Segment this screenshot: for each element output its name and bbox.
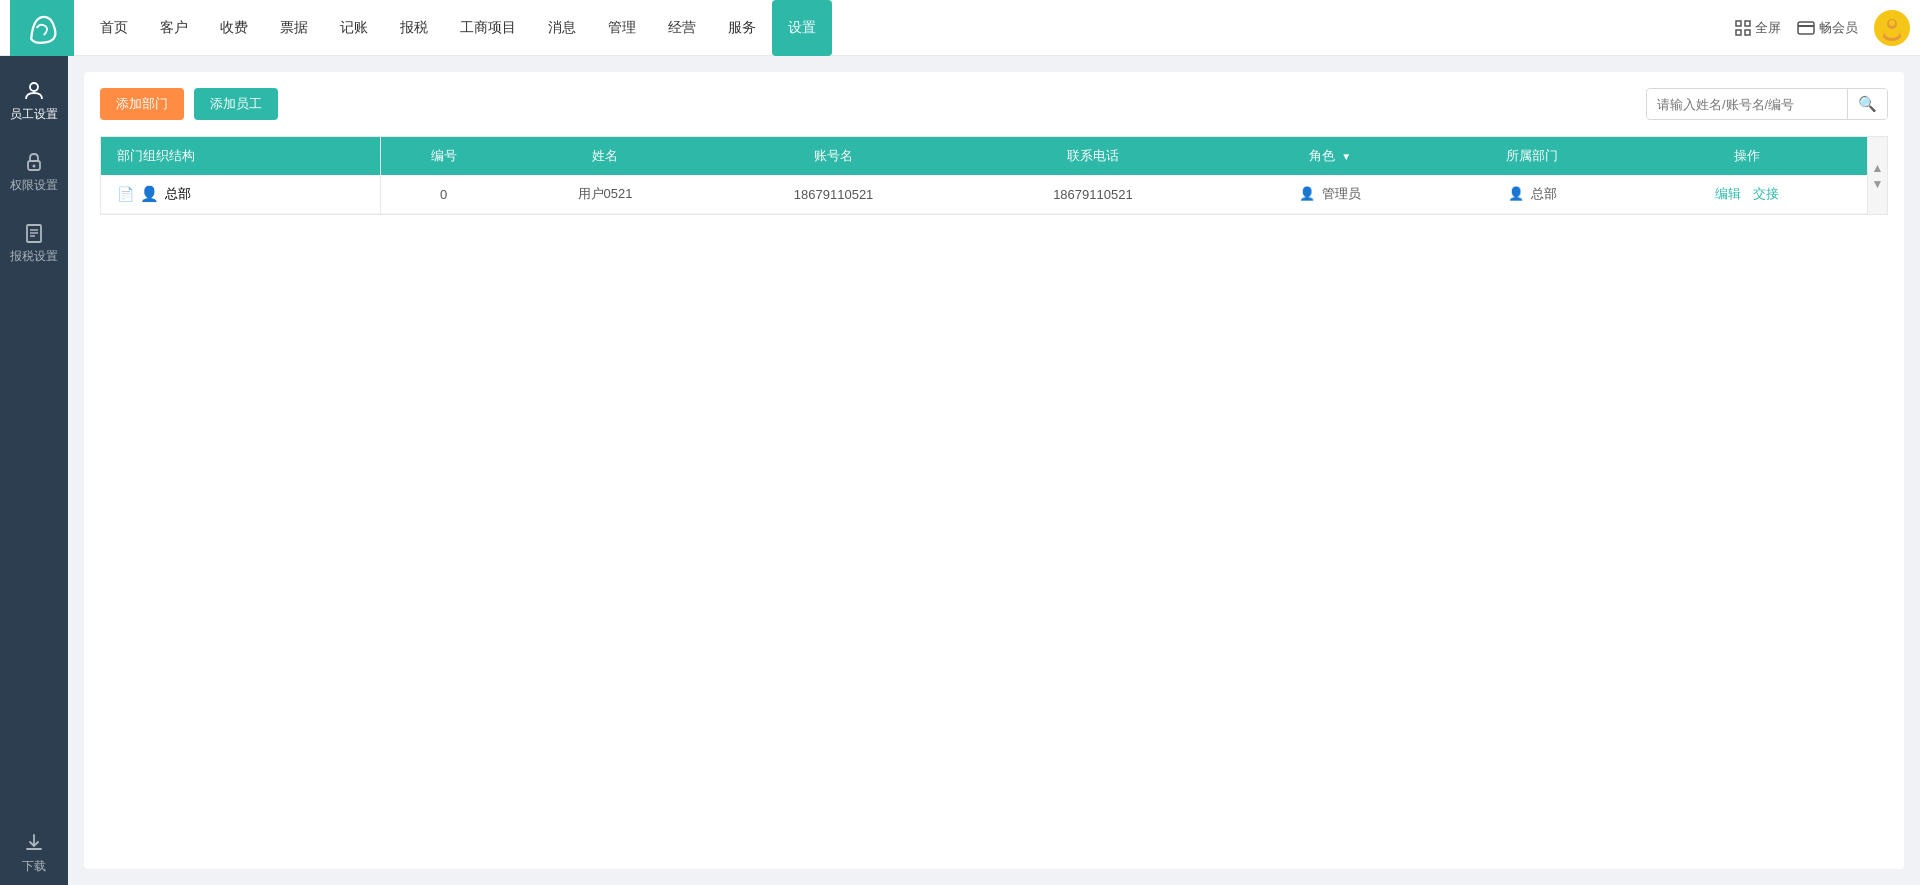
- sidebar-label-employee: 员工设置: [10, 106, 58, 123]
- fullscreen-btn[interactable]: 全屏: [1735, 19, 1781, 37]
- sidebar-item-taxreport[interactable]: 报税设置: [0, 208, 68, 279]
- avatar[interactable]: [1874, 10, 1910, 46]
- nav-fee[interactable]: 收费: [204, 0, 264, 56]
- svg-rect-1: [1745, 21, 1750, 26]
- scroll-controls: ▲ ▼: [1867, 137, 1887, 214]
- staff-table: 编号 姓名 账号名 联系电话 角色 ▼ 所属部门 操作: [381, 137, 1867, 214]
- dept-name: 总部: [165, 185, 191, 203]
- toolbar: 添加部门 添加员工 🔍: [100, 88, 1888, 120]
- nav-service[interactable]: 服务: [712, 0, 772, 56]
- fullscreen-icon: [1735, 20, 1751, 36]
- nav-business[interactable]: 工商项目: [444, 0, 532, 56]
- scroll-up-button[interactable]: ▲: [1870, 160, 1886, 176]
- col-phone: 联系电话: [963, 137, 1222, 175]
- sidebar-label-permission: 权限设置: [10, 177, 58, 194]
- logo[interactable]: [10, 0, 74, 56]
- cell-dept: 👤 总部: [1437, 175, 1627, 214]
- sidebar-item-employee[interactable]: 员工设置: [0, 66, 68, 137]
- sidebar: 员工设置 权限设置 报税设置: [0, 56, 68, 885]
- table-row: 0 用户0521 18679110521 18679110521 👤 管理员 👤…: [381, 175, 1867, 214]
- nav-customer[interactable]: 客户: [144, 0, 204, 56]
- nav-bookkeeping[interactable]: 记账: [324, 0, 384, 56]
- svg-rect-5: [1798, 25, 1814, 27]
- add-dept-button[interactable]: 添加部门: [100, 88, 184, 120]
- edit-link[interactable]: 编辑: [1715, 186, 1741, 201]
- svg-rect-2: [1736, 30, 1741, 35]
- member-icon: [1797, 21, 1815, 35]
- svg-rect-4: [1798, 22, 1814, 34]
- nav-invoice[interactable]: 票据: [264, 0, 324, 56]
- add-staff-button[interactable]: 添加员工: [194, 88, 278, 120]
- employee-table: 编号 姓名 账号名 联系电话 角色 ▼ 所属部门 操作: [381, 137, 1867, 214]
- cell-account: 18679110521: [704, 175, 963, 214]
- svg-point-10: [30, 83, 38, 91]
- sort-icon: ▼: [1341, 151, 1351, 162]
- main-layout: 员工设置 权限设置 报税设置: [0, 56, 1920, 885]
- col-account: 账号名: [704, 137, 963, 175]
- col-number: 编号: [381, 137, 506, 175]
- nav-menu: 首页 客户 收费 票据 记账 报税 工商项目 消息 管理 经营 服务 设置: [84, 0, 1735, 56]
- member-btn[interactable]: 畅会员: [1797, 19, 1858, 37]
- dept-tree: 部门组织结构 📄 👤 总部: [101, 137, 381, 214]
- transfer-link[interactable]: 交接: [1753, 186, 1779, 201]
- nav-tax[interactable]: 报税: [384, 0, 444, 56]
- nav-settings[interactable]: 设置: [772, 0, 832, 56]
- sidebar-label-download: 下载: [22, 858, 46, 875]
- search-icon: 🔍: [1858, 95, 1877, 112]
- table-header-row: 编号 姓名 账号名 联系电话 角色 ▼ 所属部门 操作: [381, 137, 1867, 175]
- cell-role: 👤 管理员: [1223, 175, 1437, 214]
- search-box: 🔍: [1646, 88, 1888, 120]
- nav-message[interactable]: 消息: [532, 0, 592, 56]
- dept-user-icon-cell: 👤: [1508, 186, 1524, 201]
- report-icon: [23, 222, 45, 244]
- nav-manage[interactable]: 管理: [592, 0, 652, 56]
- col-action: 操作: [1627, 137, 1867, 175]
- role-user-icon: 👤: [1299, 186, 1315, 201]
- dept-user-icon: 👤: [140, 185, 159, 203]
- svg-rect-0: [1736, 21, 1741, 26]
- content-inner: 添加部门 添加员工 🔍 部门组织结构 📄 👤 总部: [84, 72, 1904, 869]
- dept-tree-item[interactable]: 📄 👤 总部: [101, 175, 380, 214]
- col-dept: 所属部门: [1437, 137, 1627, 175]
- cell-name: 用户0521: [506, 175, 704, 214]
- top-navigation: 首页 客户 收费 票据 记账 报税 工商项目 消息 管理 经营 服务 设置 全屏: [0, 0, 1920, 56]
- nav-home[interactable]: 首页: [84, 0, 144, 56]
- cell-actions: 编辑 交接: [1627, 175, 1867, 214]
- content-area: 添加部门 添加员工 🔍 部门组织结构 📄 👤 总部: [68, 56, 1920, 885]
- svg-point-12: [33, 165, 36, 168]
- sidebar-label-taxreport: 报税设置: [10, 248, 58, 265]
- sidebar-item-download[interactable]: 下载: [0, 818, 68, 885]
- scroll-down-button[interactable]: ▼: [1870, 176, 1886, 192]
- cell-number: 0: [381, 175, 506, 214]
- sidebar-item-permission[interactable]: 权限设置: [0, 137, 68, 208]
- file-icon: 📄: [117, 186, 134, 202]
- table-area: 部门组织结构 📄 👤 总部 编号 姓名 账号名: [100, 136, 1888, 215]
- dept-tree-header: 部门组织结构: [101, 137, 380, 175]
- download-icon: [23, 832, 45, 854]
- search-input[interactable]: [1647, 91, 1847, 118]
- nav-right-section: 全屏 畅会员: [1735, 10, 1910, 46]
- search-button[interactable]: 🔍: [1847, 89, 1887, 119]
- lock-icon: [23, 151, 45, 173]
- cell-phone: 18679110521: [963, 175, 1222, 214]
- avatar-icon: [1878, 14, 1906, 42]
- svg-point-9: [1885, 30, 1899, 38]
- svg-rect-3: [1745, 30, 1750, 35]
- svg-point-8: [1889, 20, 1895, 26]
- col-role[interactable]: 角色 ▼: [1223, 137, 1437, 175]
- col-name: 姓名: [506, 137, 704, 175]
- nav-operation[interactable]: 经营: [652, 0, 712, 56]
- person-icon: [23, 80, 45, 102]
